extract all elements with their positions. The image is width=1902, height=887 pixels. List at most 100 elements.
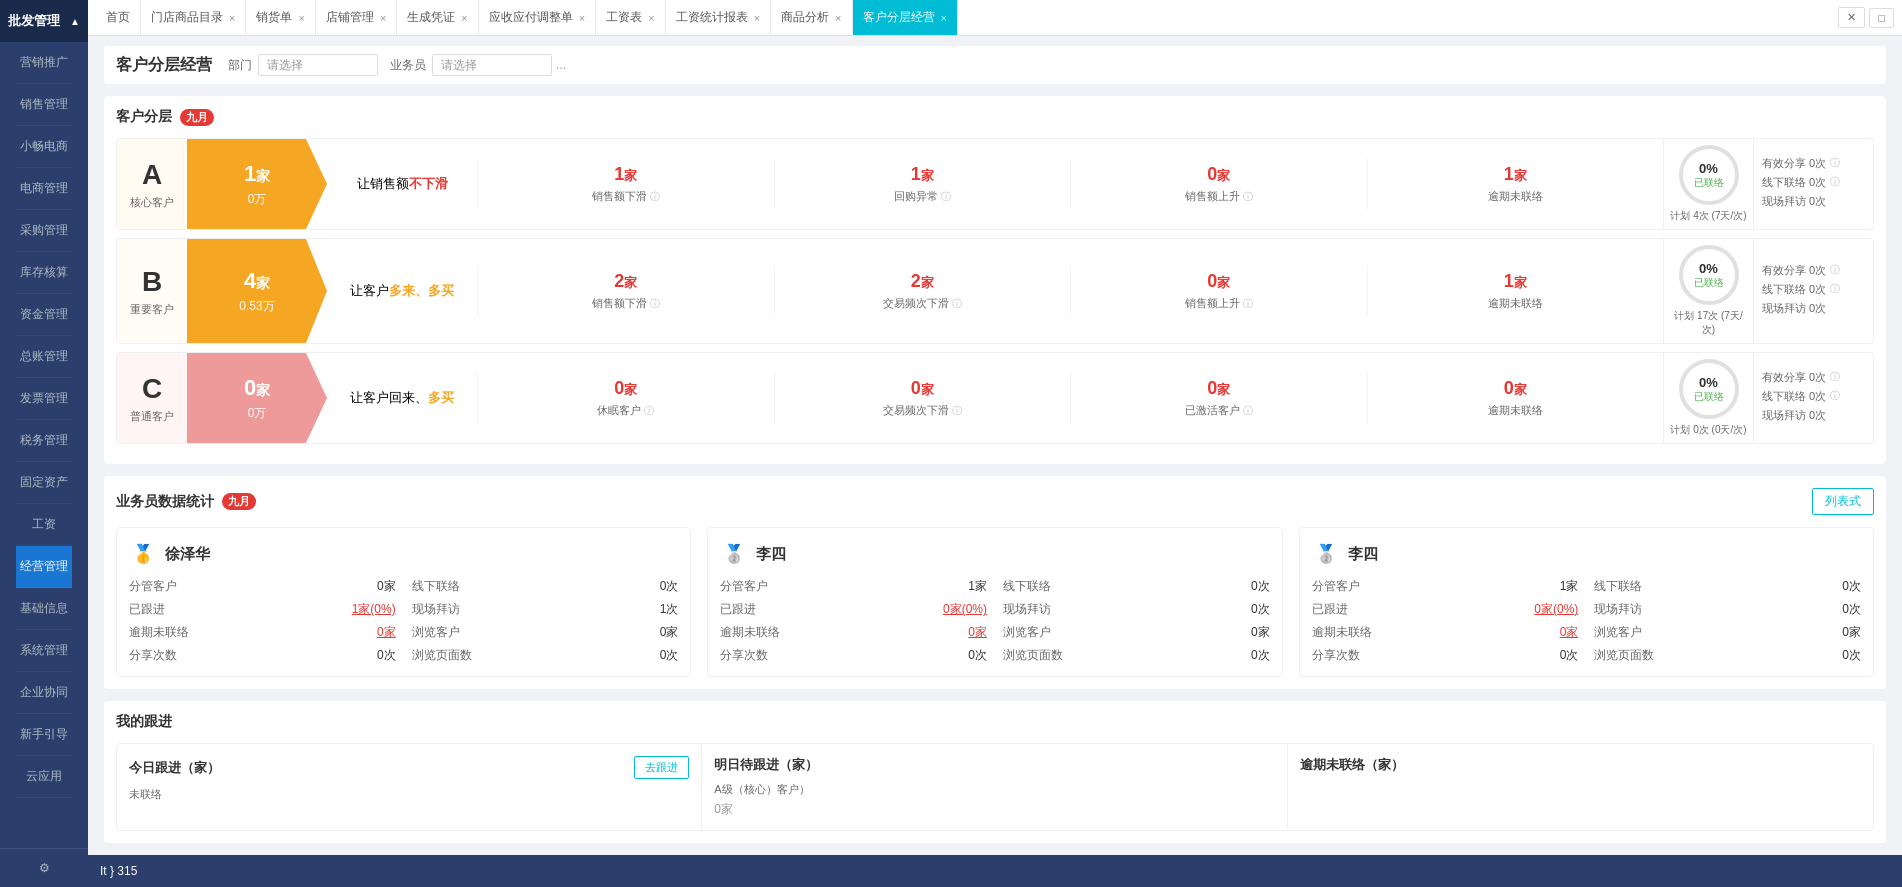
- sidebar-header[interactable]: 批发管理 ▲: [0, 0, 88, 42]
- staff-metric-row: 分享次数 0次: [1312, 647, 1579, 664]
- goto-followup-button[interactable]: 去跟进: [634, 756, 689, 779]
- staff-metric-row: 逾期未联络 0家: [129, 624, 396, 641]
- staff-metric-row: 分享次数 0次: [129, 647, 396, 664]
- close-window-button[interactable]: ✕: [1838, 7, 1865, 28]
- tab-生成凭证[interactable]: 生成凭证×: [397, 0, 478, 36]
- tab-close-icon[interactable]: ×: [461, 12, 467, 24]
- staff-badge-3: 🥈: [1312, 540, 1340, 568]
- tier-c-slogan: 让客户回来、多买: [327, 353, 477, 443]
- sidebar-item-小畅电商[interactable]: 小畅电商: [16, 126, 72, 168]
- staff-metric-row: 分享次数 0次: [720, 647, 987, 664]
- tab-bar-items: 首页门店商品目录×销货单×店铺管理×生成凭证×应收应付调整单×工资表×工资统计报…: [96, 0, 1838, 36]
- followup-section: 我的跟进 今日跟进（家） 去跟进 未联络 明日待跟进（家） A级（核心）客户） …: [104, 701, 1886, 843]
- sidebar-item-库存核算[interactable]: 库存核算: [16, 252, 72, 294]
- dept-label: 部门: [228, 57, 252, 74]
- tab-end-buttons: ✕ □: [1838, 7, 1894, 28]
- staff-section-title: 业务员数据统计 九月: [116, 493, 256, 511]
- sidebar-item-云应用[interactable]: 云应用: [16, 756, 72, 798]
- followup-col-tomorrow: 明日待跟进（家） A级（核心）客户） 0家: [702, 744, 1287, 830]
- tab-close-icon[interactable]: ×: [941, 12, 947, 24]
- staff-metric-row: 现场拜访 0次: [1594, 601, 1861, 618]
- metric-cell: 1家 销售额下滑 ⓘ: [477, 158, 774, 210]
- metric-cell: 0家 销售额上升 ⓘ: [1070, 158, 1367, 210]
- staff-metric-row: 现场拜访 0次: [1003, 601, 1270, 618]
- sidebar-item-营销推广[interactable]: 营销推广: [16, 42, 72, 84]
- sidebar: 批发管理 ▲ 营销推广销售管理小畅电商电商管理采购管理库存核算资金管理总账管理发…: [0, 0, 88, 887]
- gear-icon[interactable]: ⚙: [0, 848, 88, 887]
- tab-工资统计报表[interactable]: 工资统计报表×: [666, 0, 771, 36]
- sidebar-item-税务管理[interactable]: 税务管理: [16, 420, 72, 462]
- sidebar-item-新手引导[interactable]: 新手引导: [16, 714, 72, 756]
- sidebar-item-电商管理[interactable]: 电商管理: [16, 168, 72, 210]
- sidebar-item-经营管理[interactable]: 经营管理: [16, 546, 72, 588]
- metric-cell: 0家 销售额上升 ⓘ: [1070, 265, 1367, 317]
- sidebar-item-系统管理[interactable]: 系统管理: [16, 630, 72, 672]
- staff-select[interactable]: 请选择: [432, 54, 552, 76]
- tier-a-right-stats: 有效分享 0次 ⓘ 线下联络 0次 ⓘ 现场拜访 0次: [1753, 139, 1873, 229]
- staff-name-row-2: 🥈 李四: [720, 540, 1269, 568]
- staff-month-badge: 九月: [222, 493, 256, 510]
- dept-select[interactable]: 请选择: [258, 54, 378, 76]
- page-title: 客户分层经营: [116, 55, 212, 76]
- metric-cell: 1家 逾期未联络: [1367, 158, 1664, 210]
- tier-b-label: B 重要客户: [117, 239, 187, 343]
- followup-title: 我的跟进: [116, 713, 1874, 731]
- sidebar-item-固定资产[interactable]: 固定资产: [16, 462, 72, 504]
- tab-门店商品目录[interactable]: 门店商品目录×: [141, 0, 246, 36]
- staff-grid: 🥇 徐泽华 分管客户 0家 线下联络 0次 已跟进: [116, 527, 1874, 677]
- tab-工资表[interactable]: 工资表×: [596, 0, 665, 36]
- metric-cell: 2家 销售额下滑 ⓘ: [477, 265, 774, 317]
- sidebar-item-工资[interactable]: 工资: [16, 504, 72, 546]
- metric-cell: 1家 逾期未联络: [1367, 265, 1664, 317]
- sidebar-item-采购管理[interactable]: 采购管理: [16, 210, 72, 252]
- content-area: 客户分层经营 部门 请选择 业务员 请选择 ... 客户分层 九月: [88, 36, 1902, 855]
- tab-close-icon[interactable]: ×: [648, 12, 654, 24]
- more-icon[interactable]: ...: [556, 58, 566, 72]
- staff-stats-section: 业务员数据统计 九月 列表式 🥇 徐泽华 分管客户 0家: [104, 476, 1886, 689]
- tier-c-right-stats: 有效分享 0次 ⓘ 线下联络 0次 ⓘ 现场拜访 0次: [1753, 353, 1873, 443]
- tab-应收应付调整单[interactable]: 应收应付调整单×: [479, 0, 596, 36]
- maximize-button[interactable]: □: [1869, 8, 1894, 28]
- tab-close-icon[interactable]: ×: [298, 12, 304, 24]
- tab-商品分析[interactable]: 商品分析×: [771, 0, 852, 36]
- sidebar-item-企业协同[interactable]: 企业协同: [16, 672, 72, 714]
- sidebar-item-基础信息[interactable]: 基础信息: [16, 588, 72, 630]
- tier-a-count: 1家 0万: [187, 139, 327, 229]
- staff-metric-row: 已跟进 1家(0%): [129, 601, 396, 618]
- sidebar-item-销售管理[interactable]: 销售管理: [16, 84, 72, 126]
- staff-metric-row: 浏览页面数 0次: [412, 647, 679, 664]
- tab-close-icon[interactable]: ×: [579, 12, 585, 24]
- staff-metric-row: 浏览客户 0家: [1003, 624, 1270, 641]
- customer-tier-section: 客户分层 九月 A 核心客户 1家 0万 让销售额不下滑 1家: [104, 96, 1886, 464]
- staff-badge-1: 🥇: [129, 540, 157, 568]
- metric-cell: 1家 回购异常 ⓘ: [774, 158, 1071, 210]
- sidebar-item-资金管理[interactable]: 资金管理: [16, 294, 72, 336]
- tab-客户分层经营[interactable]: 客户分层经营×: [853, 0, 958, 36]
- staff-metric-row: 浏览页面数 0次: [1594, 647, 1861, 664]
- tab-close-icon[interactable]: ×: [835, 12, 841, 24]
- staff-name-row-3: 🥈 李四: [1312, 540, 1861, 568]
- tier-c-label: C 普通客户: [117, 353, 187, 443]
- tab-close-icon[interactable]: ×: [229, 12, 235, 24]
- sidebar-item-总账管理[interactable]: 总账管理: [16, 336, 72, 378]
- tier-row-b: B 重要客户 4家 0.53万 让客户多来、多买 2家 销售额下滑 ⓘ 2: [116, 238, 1874, 344]
- tab-店铺管理[interactable]: 店铺管理×: [316, 0, 397, 36]
- tier-b-metrics: 2家 销售额下滑 ⓘ 2家 交易频次下滑 ⓘ 0家 销售额上升 ⓘ 1家 逾期未…: [477, 239, 1663, 343]
- followup-grid: 今日跟进（家） 去跟进 未联络 明日待跟进（家） A级（核心）客户） 0家 逾期…: [116, 743, 1874, 831]
- staff-card-1: 🥇 徐泽华 分管客户 0家 线下联络 0次 已跟进: [116, 527, 691, 677]
- list-view-button[interactable]: 列表式: [1812, 488, 1874, 515]
- tab-close-icon[interactable]: ×: [380, 12, 386, 24]
- staff-card-2: 🥈 李四 分管客户 1家 线下联络 0次 已跟进: [707, 527, 1282, 677]
- tab-销货单[interactable]: 销货单×: [246, 0, 315, 36]
- sidebar-item-发票管理[interactable]: 发票管理: [16, 378, 72, 420]
- staff-metric-row: 浏览客户 0家: [412, 624, 679, 641]
- staff-metric-row: 现场拜访 1次: [412, 601, 679, 618]
- metric-cell: 2家 交易频次下滑 ⓘ: [774, 265, 1071, 317]
- sidebar-title: 批发管理: [8, 12, 60, 30]
- tab-close-icon[interactable]: ×: [754, 12, 760, 24]
- tab-首页[interactable]: 首页: [96, 0, 141, 36]
- main-area: 首页门店商品目录×销货单×店铺管理×生成凭证×应收应付调整单×工资表×工资统计报…: [88, 0, 1902, 887]
- staff-name-1: 徐泽华: [165, 545, 210, 564]
- tier-b-right-stats: 有效分享 0次 ⓘ 线下联络 0次 ⓘ 现场拜访 0次: [1753, 239, 1873, 343]
- followup-col-overdue: 逾期未联络（家）: [1288, 744, 1873, 830]
